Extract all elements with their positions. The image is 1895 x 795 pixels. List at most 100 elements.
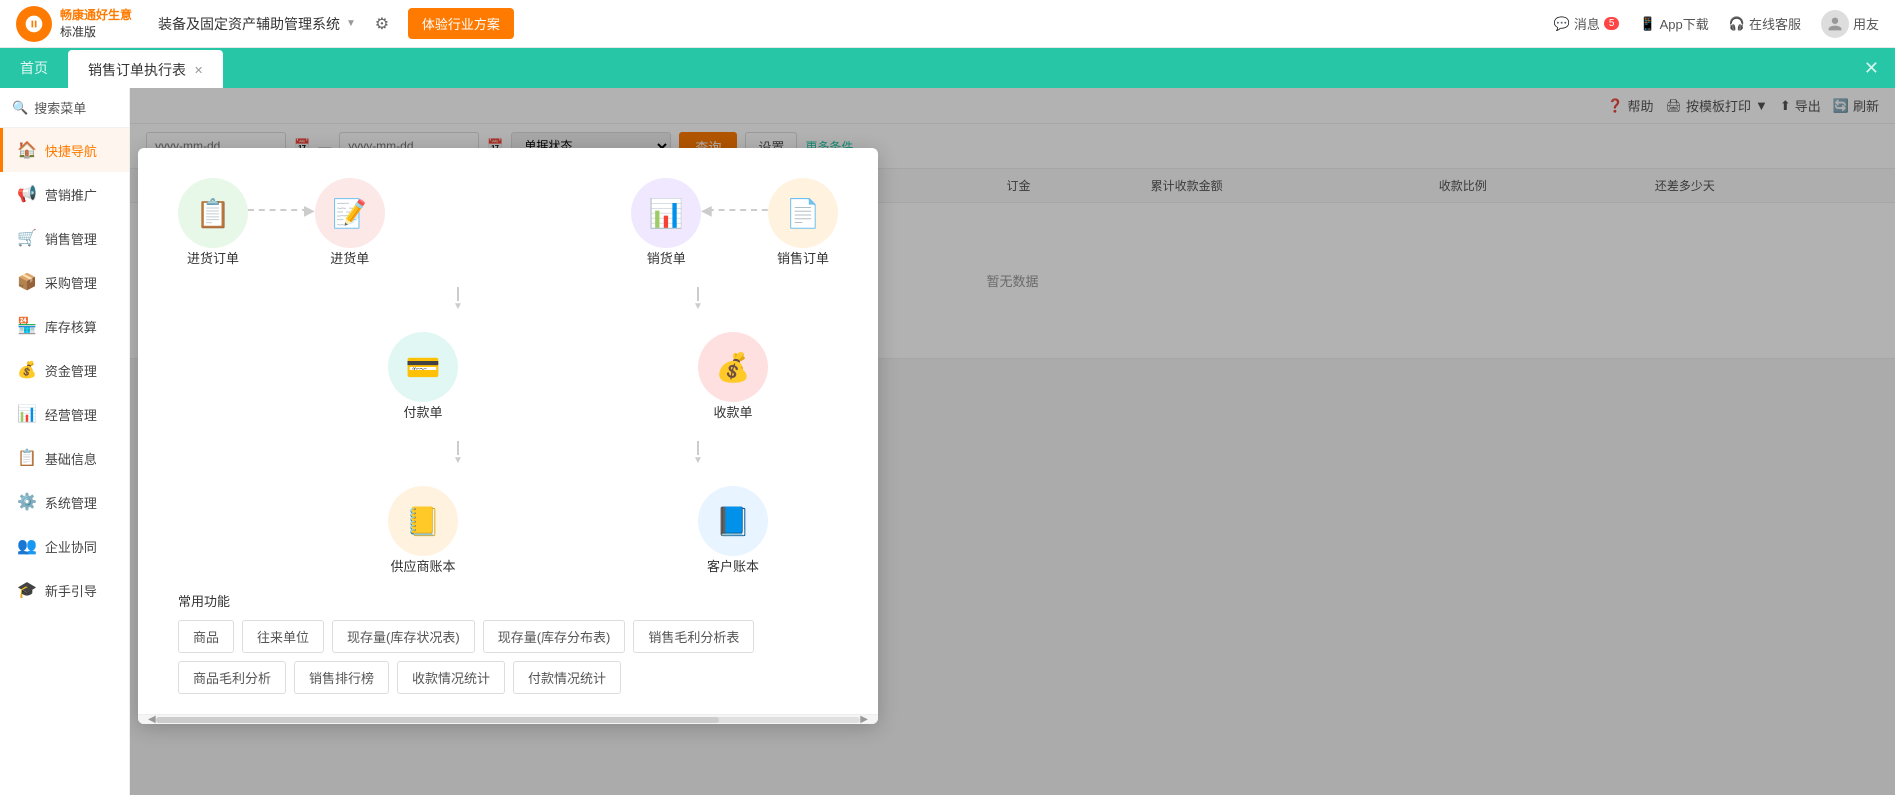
sidebar: 🔍 搜索菜单 🏠快捷导航📢营销推广🛒销售管理📦采购管理🏪库存核算💰资金管理📊经营… — [0, 88, 130, 795]
message-badge: 5 — [1604, 17, 1620, 30]
sidebar-item-inventory[interactable]: 🏪库存核算 — [0, 304, 129, 348]
arrow-row-4: ▼ ▼ — [178, 441, 838, 466]
sidebar-item-guide[interactable]: 🎓新手引导 — [0, 568, 129, 612]
tab-sales-order-execution[interactable]: 销售订单执行表 ✕ — [68, 50, 223, 90]
flow-col-purchase-receipt: 📝 进货单 — [315, 178, 385, 267]
scroll-right-arrow[interactable]: ▶ — [860, 714, 868, 724]
flow-row-3: 💳 付款单 💰 收款单 — [178, 332, 838, 421]
modal-content: 📋 进货订单 ▶ 📝 进货单 — [138, 148, 878, 714]
scrollbar-track[interactable] — [156, 717, 861, 723]
system-icon: ⚙️ — [17, 492, 37, 512]
sidebar-item-business[interactable]: 📊经营管理 — [0, 392, 129, 436]
logo-icon — [16, 6, 52, 42]
sales-order-icon: 📄 — [768, 178, 838, 248]
message-button[interactable]: 💬 消息 5 — [1554, 14, 1620, 33]
flow-col-sales-receipt: 📊 销货单 — [631, 178, 701, 267]
arrow-row-2: ▼ ▼ — [178, 287, 838, 312]
main-layout: 🔍 搜索菜单 🏠快捷导航📢营销推广🛒销售管理📦采购管理🏪库存核算💰资金管理📊经营… — [0, 88, 1895, 795]
sidebar-item-purchase[interactable]: 📦采购管理 — [0, 260, 129, 304]
func-btn-往来单位[interactable]: 往来单位 — [242, 620, 324, 653]
logo-text: 畅康通好生意 标准版 — [60, 7, 132, 41]
sidebar-item-marketing[interactable]: 📢营销推广 — [0, 172, 129, 216]
finance-icon: 💰 — [17, 360, 37, 380]
tab-home[interactable]: 首页 — [0, 48, 68, 88]
purchase-receipt-label: 进货单 — [330, 248, 369, 267]
func-btn-收款情况统计[interactable]: 收款情况统计 — [397, 661, 505, 694]
func-btn-销售排行榜[interactable]: 销售排行榜 — [294, 661, 389, 694]
download-icon: 📱 — [1639, 16, 1655, 32]
flow-col-customer-ledger: 📘 客户账本 — [698, 486, 768, 575]
settings-icon[interactable]: ⚙ — [368, 10, 396, 38]
arrow-so-to-sr: ▶ — [701, 202, 768, 244]
modal-scrollbar: ◀ ▶ — [138, 714, 878, 724]
func-btn-商品[interactable]: 商品 — [178, 620, 234, 653]
flow-col-purchase-order: 📋 进货订单 — [178, 178, 248, 267]
app-download-button[interactable]: 📱 App下载 — [1639, 14, 1708, 33]
logo-area: 畅康通好生意 标准版 — [16, 6, 146, 42]
common-functions: 常用功能 商品往来单位现存量(库存状况表)现存量(库存分布表)销售毛利分析表商品… — [178, 591, 838, 694]
payment-label: 付款单 — [403, 402, 442, 421]
func-buttons-container: 商品往来单位现存量(库存状况表)现存量(库存分布表)销售毛利分析表商品毛利分析销… — [178, 620, 838, 694]
marketing-icon: 📢 — [17, 184, 37, 204]
user-menu[interactable]: 用友 — [1821, 10, 1879, 38]
search-icon: 🔍 — [12, 100, 28, 116]
sidebar-item-base-info[interactable]: 📋基础信息 — [0, 436, 129, 480]
try-button[interactable]: 体验行业方案 — [408, 8, 514, 39]
func-btn-商品毛利分析[interactable]: 商品毛利分析 — [178, 661, 286, 694]
sidebar-item-corp[interactable]: 👥企业协同 — [0, 524, 129, 568]
message-icon: 💬 — [1554, 16, 1570, 32]
collection-label: 收款单 — [713, 402, 752, 421]
customer-ledger-label: 客户账本 — [707, 556, 759, 575]
service-icon: 🎧 — [1729, 16, 1745, 32]
collection-icon: 💰 — [698, 332, 768, 402]
customer-ledger-icon: 📘 — [698, 486, 768, 556]
search-menu[interactable]: 🔍 搜索菜单 — [0, 88, 129, 128]
sales-receipt-icon: 📊 — [631, 178, 701, 248]
func-btn-现存量(库存状况表)[interactable]: 现存量(库存状况表) — [332, 620, 475, 653]
scrollbar-thumb — [156, 717, 720, 723]
arrow-po-to-pr: ▶ — [248, 202, 315, 244]
top-right: 💬 消息 5 📱 App下载 🎧 在线客服 用友 — [1554, 10, 1879, 38]
system-title: 装备及固定资产辅助管理系统 ▼ — [158, 14, 356, 34]
common-functions-title: 常用功能 — [178, 591, 838, 610]
sidebar-item-system[interactable]: ⚙️系统管理 — [0, 480, 129, 524]
sidebar-item-sales[interactable]: 🛒销售管理 — [0, 216, 129, 260]
func-btn-现存量(库存分布表)[interactable]: 现存量(库存分布表) — [483, 620, 626, 653]
sales-icon: 🛒 — [17, 228, 37, 248]
purchase-icon: 📦 — [17, 272, 37, 292]
guide-icon: 🎓 — [17, 580, 37, 600]
sales-order-label: 销售订单 — [777, 248, 829, 267]
flow-col-sales-order: 📄 销售订单 — [768, 178, 838, 267]
base-info-icon: 📋 — [17, 448, 37, 468]
business-icon: 📊 — [17, 404, 37, 424]
payment-icon: 💳 — [388, 332, 458, 402]
sidebar-item-quick-nav[interactable]: 🏠快捷导航 — [0, 128, 129, 172]
quick-nav-icon: 🏠 — [17, 140, 37, 160]
scroll-left-arrow[interactable]: ◀ — [148, 714, 156, 724]
nav-tabs: 首页 销售订单执行表 ✕ ✕ — [0, 48, 1895, 88]
inventory-icon: 🏪 — [17, 316, 37, 336]
flow-row-5: 📒 供应商账本 📘 客户账本 — [178, 486, 838, 575]
sales-receipt-label: 销货单 — [647, 248, 686, 267]
tab-close-icon[interactable]: ✕ — [194, 64, 203, 77]
func-btn-销售毛利分析表[interactable]: 销售毛利分析表 — [633, 620, 754, 653]
supplier-ledger-icon: 📒 — [388, 486, 458, 556]
dropdown-icon[interactable]: ▼ — [346, 18, 356, 29]
supplier-ledger-label: 供应商账本 — [390, 556, 455, 575]
sidebar-item-finance[interactable]: 💰资金管理 — [0, 348, 129, 392]
modal-box: 📋 进货订单 ▶ 📝 进货单 — [138, 148, 878, 724]
close-all-tabs[interactable]: ✕ — [1864, 58, 1879, 79]
flow-col-supplier-ledger: 📒 供应商账本 — [388, 486, 458, 575]
purchase-order-label: 进货订单 — [187, 248, 239, 267]
flow-row-1: 📋 进货订单 ▶ 📝 进货单 — [178, 178, 838, 267]
modal-overlay[interactable]: 📋 进货订单 ▶ 📝 进货单 — [130, 88, 1895, 795]
purchase-receipt-icon: 📝 — [315, 178, 385, 248]
func-btn-付款情况统计[interactable]: 付款情况统计 — [513, 661, 621, 694]
flow-section: 📋 进货订单 ▶ 📝 进货单 — [178, 178, 838, 575]
content-area: ❓ 帮助 🖨 按模板打印 ▼ ⬆ 导出 🔄 刷新 — [130, 88, 1895, 795]
corp-icon: 👥 — [17, 536, 37, 556]
top-bar: 畅康通好生意 标准版 装备及固定资产辅助管理系统 ▼ ⚙ 体验行业方案 💬 消息… — [0, 0, 1895, 48]
flow-col-payment: 💳 付款单 — [388, 332, 458, 421]
online-service-button[interactable]: 🎧 在线客服 — [1729, 14, 1801, 33]
avatar — [1821, 10, 1849, 38]
